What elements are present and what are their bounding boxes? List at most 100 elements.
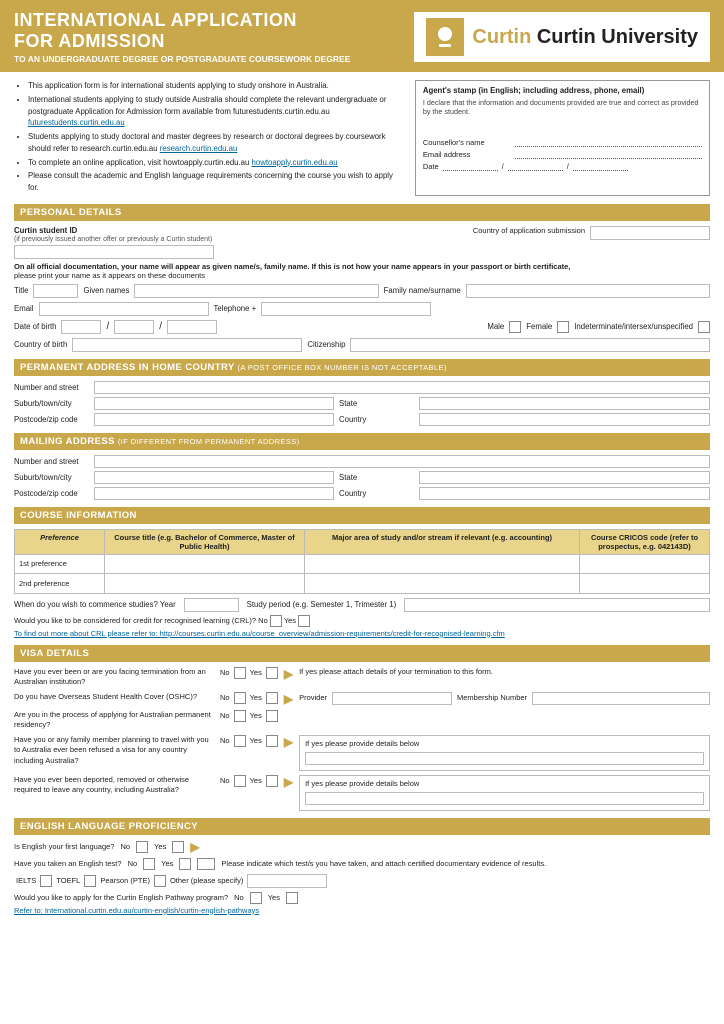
ielts-checkbox[interactable] <box>40 875 52 887</box>
citizenship-input[interactable] <box>350 338 710 352</box>
english-q1-yes-checkbox[interactable] <box>172 841 184 853</box>
pref1-title-input-cell[interactable] <box>105 554 305 574</box>
visa-q3-yes-checkbox[interactable] <box>266 710 278 722</box>
dob-month-input[interactable] <box>114 320 154 334</box>
pref2-title-input-cell[interactable] <box>105 574 305 594</box>
mail-street-row: Number and street <box>14 455 710 468</box>
visa-q1-no-checkbox[interactable] <box>234 667 246 679</box>
pref2-cricos-input-cell[interactable] <box>580 574 710 594</box>
visa-q2-yes-checkbox[interactable] <box>266 692 278 704</box>
english-q2-extra-checkbox[interactable] <box>197 858 215 870</box>
visa-q5-yes-checkbox[interactable] <box>266 775 278 787</box>
commence-year-input[interactable] <box>184 598 239 612</box>
citizenship-label: Citizenship <box>307 340 345 349</box>
perm-street-input[interactable] <box>94 381 710 394</box>
female-checkbox[interactable] <box>557 321 569 333</box>
membership-input[interactable] <box>532 692 710 705</box>
visa-q4-detail-input[interactable] <box>305 752 704 765</box>
crl-yes-checkbox[interactable] <box>298 615 310 627</box>
title-input[interactable] <box>33 284 78 298</box>
english-q1-no-checkbox[interactable] <box>136 841 148 853</box>
mail-postcode-input[interactable] <box>94 487 334 500</box>
crl-link[interactable]: To find out more about CRL please refer … <box>14 629 710 638</box>
mail-postcode-row: Postcode/zip code Country <box>14 487 710 500</box>
agent-stamp-body: I declare that the information and docum… <box>423 98 702 116</box>
male-checkbox[interactable] <box>509 321 521 333</box>
pref2-title-input[interactable] <box>109 577 300 589</box>
given-names-input[interactable] <box>134 284 378 298</box>
visa-q1-yes-checkbox[interactable] <box>266 667 278 679</box>
toefl-checkbox[interactable] <box>84 875 96 887</box>
crl-label: Would you like to be considered for cred… <box>14 616 256 625</box>
section-personal: PERSONAL DETAILS <box>14 204 710 221</box>
country-submission-label: Country of application submission <box>473 226 585 235</box>
visa-q5-no-checkbox[interactable] <box>234 775 246 787</box>
study-period-label: Study period (e.g. Semester 1, Trimester… <box>247 600 397 609</box>
perm-postcode-row: Postcode/zip code Country <box>14 413 710 426</box>
provider-input[interactable] <box>332 692 452 705</box>
family-name-input[interactable] <box>466 284 710 298</box>
country-submission-input[interactable] <box>590 226 710 240</box>
title-label: Title <box>14 286 28 295</box>
visa-q2-no-label: No <box>220 693 230 702</box>
pearson-checkbox[interactable] <box>154 875 166 887</box>
pref1-major-input-cell[interactable] <box>305 554 580 574</box>
pref1-cricos-input-cell[interactable] <box>580 554 710 574</box>
pathway-yes-checkbox[interactable] <box>286 892 298 904</box>
pathway-link[interactable]: Refer to: International.curtin.edu.au/cu… <box>14 906 710 915</box>
mail-suburb-row: Suburb/town/city State <box>14 471 710 484</box>
major-col-header: Major area of study and/or stream if rel… <box>305 529 580 554</box>
country-citizenship-row: Country of birth Citizenship <box>14 338 710 352</box>
perm-postcode-input[interactable] <box>94 413 334 426</box>
visa-q1-detail: If yes please attach details of your ter… <box>299 667 710 678</box>
pref1-cricos-input[interactable] <box>584 558 705 570</box>
perm-suburb-input[interactable] <box>94 397 334 410</box>
pref2-major-input-cell[interactable] <box>305 574 580 594</box>
pref1-major-input[interactable] <box>309 558 575 570</box>
crl-row: Would you like to be considered for cred… <box>14 615 710 627</box>
visa-q3-no-checkbox[interactable] <box>234 710 246 722</box>
visa-q4-no-checkbox[interactable] <box>234 735 246 747</box>
crl-no-checkbox[interactable] <box>270 615 282 627</box>
crl-no-label: No <box>258 616 268 625</box>
course-table: Preference Course title (e.g. Bachelor o… <box>14 529 710 594</box>
visa-q2-no-checkbox[interactable] <box>234 692 246 704</box>
email-line: Email address <box>423 150 702 159</box>
perm-postcode-label: Postcode/zip code <box>14 415 89 424</box>
other-specify-input[interactable] <box>247 874 327 888</box>
section-course: COURSE INFORMATION <box>14 507 710 524</box>
pref1-title-input[interactable] <box>109 558 300 570</box>
arrow-icon: ▶ <box>190 840 199 854</box>
mail-street-input[interactable] <box>94 455 710 468</box>
dob-day-input[interactable] <box>61 320 101 334</box>
curtin-id-sublabel: (if previously issued another offer or p… <box>14 236 358 243</box>
english-q2-yes-checkbox[interactable] <box>179 858 191 870</box>
mail-suburb-input[interactable] <box>94 471 334 484</box>
pathway-label: Would you like to apply for the Curtin E… <box>14 893 228 902</box>
mail-suburb-label: Suburb/town/city <box>14 473 89 482</box>
telephone-input[interactable] <box>261 302 431 316</box>
visa-q2-text: Do you have Overseas Student Health Cove… <box>14 692 214 703</box>
dob-year-input[interactable] <box>167 320 217 334</box>
mail-country-input[interactable] <box>419 487 710 500</box>
email-label: Email <box>14 304 34 313</box>
visa-q5-detail-input[interactable] <box>305 792 704 805</box>
pref2-cricos-input[interactable] <box>584 577 705 589</box>
mail-state-input[interactable] <box>419 471 710 484</box>
pathway-row: Would you like to apply for the Curtin E… <box>14 892 710 904</box>
curtin-id-input[interactable] <box>14 245 214 259</box>
pathway-no-checkbox[interactable] <box>250 892 262 904</box>
email-input[interactable] <box>39 302 209 316</box>
english-q2-no-checkbox[interactable] <box>143 858 155 870</box>
name-note: On all official documentation, your name… <box>14 262 710 280</box>
english-q1-text: Is English your first language? <box>14 842 114 851</box>
perm-country-input[interactable] <box>419 413 710 426</box>
indeterminate-checkbox[interactable] <box>698 321 710 333</box>
visa-q4-yes-checkbox[interactable] <box>266 735 278 747</box>
study-period-input[interactable] <box>404 598 710 612</box>
perm-state-input[interactable] <box>419 397 710 410</box>
pref2-major-input[interactable] <box>309 577 575 589</box>
test-options-row: IELTS TOEFL Pearson (PTE) Other (please … <box>14 874 710 888</box>
crl-yes-label: Yes <box>284 616 296 625</box>
country-birth-input[interactable] <box>72 338 302 352</box>
